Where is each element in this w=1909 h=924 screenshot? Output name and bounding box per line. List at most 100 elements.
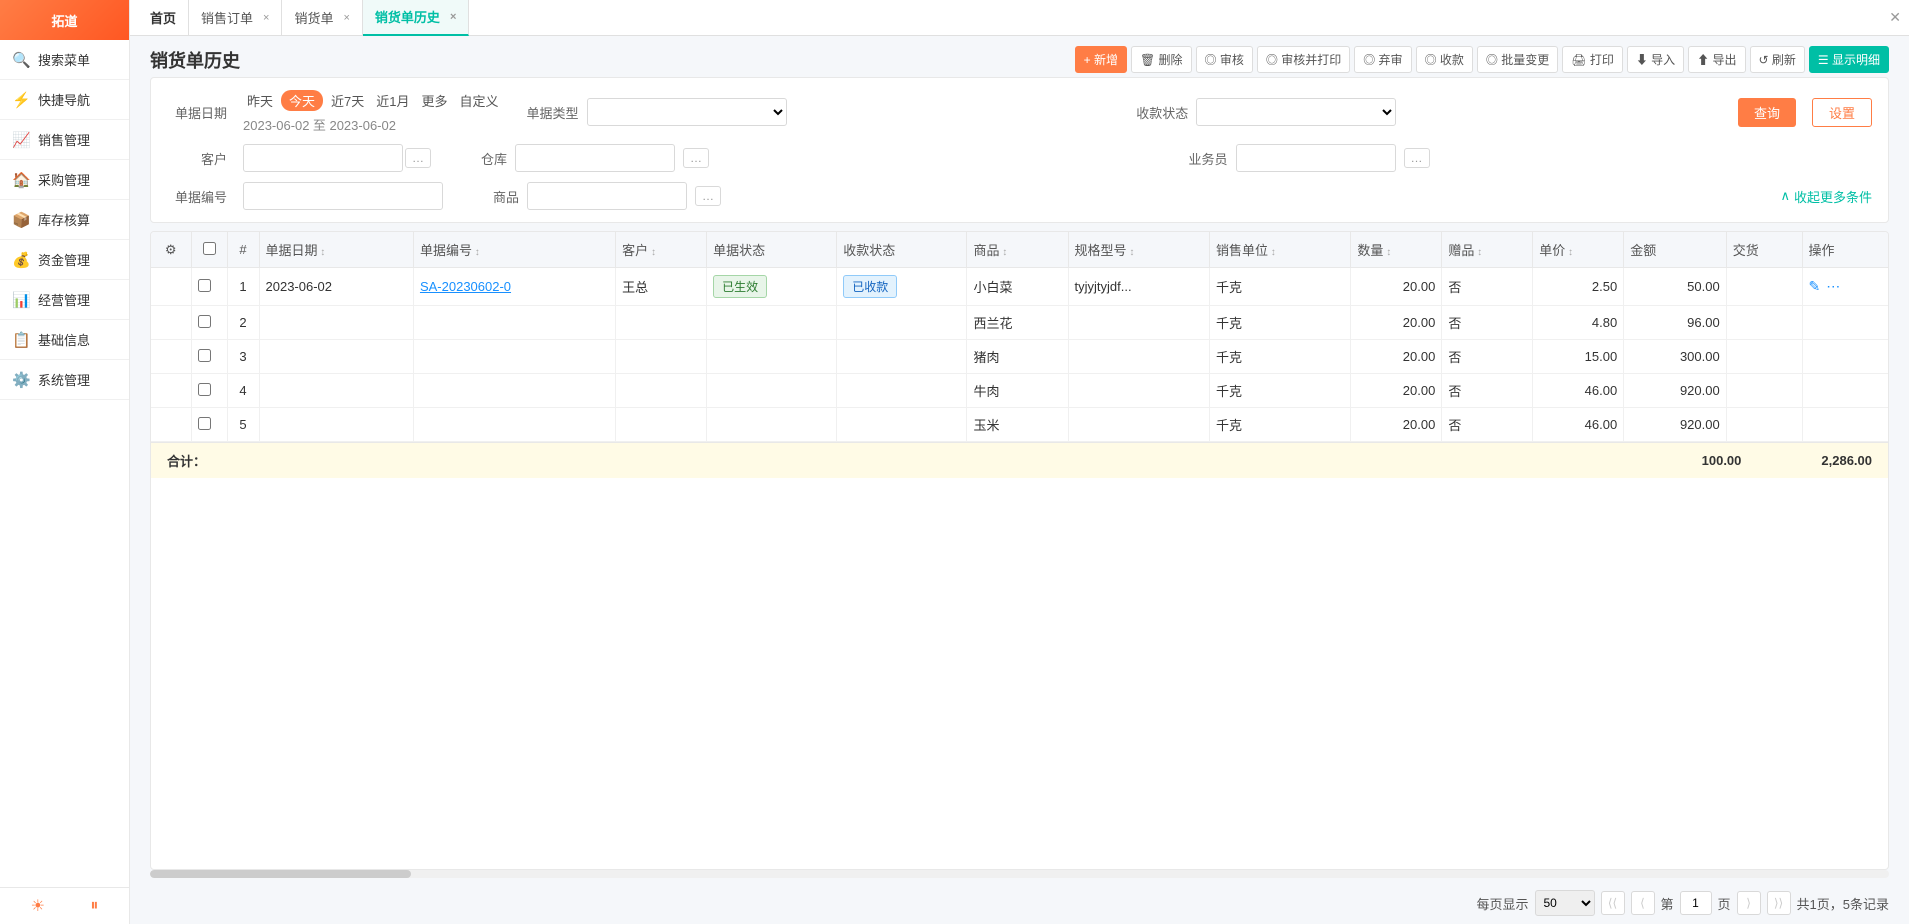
th-amount[interactable]: 金额 [1624,232,1727,268]
row-checkbox[interactable] [191,340,227,374]
new-button[interactable]: + 新增 [1075,46,1127,73]
last-page-btn[interactable]: ⟩⟩ [1767,891,1791,915]
salesman-input[interactable] [1236,144,1396,172]
row-orderno[interactable]: SA-20230602-0 [413,268,615,306]
th-paystatus[interactable]: 收款状态 [837,232,967,268]
page-content: 销货单历史 + 新增 🗑 删除 ◎ 审核 ◎ 审核并打印 ◎ 弃审 ◎ 收款 ◎… [130,36,1909,924]
th-qty[interactable]: 数量 [1351,232,1442,268]
discard-button[interactable]: ◎ 弃审 [1354,46,1411,73]
th-orderno[interactable]: 单据编号 [413,232,615,268]
th-settings[interactable]: ⚙ [151,232,191,268]
shortcut-more[interactable]: 更多 [418,90,452,111]
table-scrollbar[interactable] [150,870,1889,878]
th-checkbox[interactable] [191,232,227,268]
audit-button[interactable]: ◎ 审核 [1196,46,1253,73]
row-paystatus: 已收款 [837,268,967,306]
sidebar-item-finance[interactable]: 💰 资金管理 [0,240,129,280]
sidebar-pause-icon[interactable]: ⏸ [90,897,98,915]
refresh-button[interactable]: ↺ 刷新 [1750,46,1805,73]
sidebar-settings-icon[interactable]: ☀ [31,896,45,916]
import-button[interactable]: ⬇ 导入 [1627,46,1684,73]
audit-print-button[interactable]: ◎ 审核并打印 [1257,46,1350,73]
th-date[interactable]: 单据日期 [259,232,413,268]
sidebar-item-purchase[interactable]: 🏠 采购管理 [0,160,129,200]
customer-ellipsis-btn[interactable]: … [405,148,431,168]
row-orderno[interactable] [413,306,615,340]
customer-input[interactable] [243,144,403,172]
sidebar-item-basicinfo[interactable]: 📋 基础信息 [0,320,129,360]
shortcut-1month[interactable]: 近1月 [372,90,413,111]
row-select-checkbox[interactable] [198,279,211,292]
row-checkbox[interactable] [191,268,227,306]
tab-shipment[interactable]: 销货单 × [282,0,362,36]
row-select-checkbox[interactable] [198,349,211,362]
shortcut-7days[interactable]: 近7天 [327,90,368,111]
pagination: 每页显示 50 100 ⟨⟨ ⟨ 第 页 ⟩ ⟩⟩ 共1页，5条记录 [130,882,1909,924]
salesman-ellipsis-btn[interactable]: … [1404,148,1430,168]
query-button[interactable]: 查询 [1738,98,1796,127]
th-goods[interactable]: 商品 [967,232,1068,268]
next-page-btn[interactable]: ⟩ [1737,891,1761,915]
show-details-button[interactable]: ☰ 显示明细 [1809,46,1889,73]
row-orderno[interactable] [413,374,615,408]
tab-shipment-close[interactable]: × [343,12,349,24]
set-button[interactable]: 设置 [1812,98,1872,127]
goods-input[interactable] [527,182,687,210]
doc-type-select[interactable] [587,98,787,126]
sidebar-item-quicknav[interactable]: ⚡ 快捷导航 [0,80,129,120]
tab-home[interactable]: 首页 [138,0,189,36]
print-button[interactable]: 🖨 打印 [1562,46,1623,73]
row-checkbox[interactable] [191,408,227,442]
batch-change-button[interactable]: ◎ 批量变更 [1477,46,1558,73]
th-delivery[interactable]: 交货 [1726,232,1802,268]
goods-ellipsis-btn[interactable]: … [695,186,721,206]
shortcut-yesterday[interactable]: 昨天 [243,90,277,111]
sidebar-item-system[interactable]: ⚙️ 系统管理 [0,360,129,400]
row-checkbox[interactable] [191,374,227,408]
tab-history-close[interactable]: × [450,11,456,23]
tab-sales-order-close[interactable]: × [263,12,269,24]
th-spec[interactable]: 规格型号 [1068,232,1209,268]
more-icon[interactable]: ⋯ [1826,278,1840,295]
warehouse-ellipsis-btn[interactable]: … [683,148,709,168]
row-select-checkbox[interactable] [198,315,211,328]
th-price[interactable]: 单价 [1533,232,1624,268]
th-docstatus[interactable]: 单据状态 [707,232,837,268]
per-page-select[interactable]: 50 100 [1535,890,1595,916]
warehouse-input[interactable] [515,144,675,172]
select-all-checkbox[interactable] [203,242,216,255]
row-select-checkbox[interactable] [198,383,211,396]
first-page-btn[interactable]: ⟨⟨ [1601,891,1625,915]
row-actions [1802,374,1888,408]
sidebar-item-sales[interactable]: 📈 销售管理 [0,120,129,160]
tab-history[interactable]: 销货单历史 × [363,0,469,36]
row-orderno[interactable] [413,408,615,442]
page-input[interactable] [1680,891,1712,915]
sidebar-item-inventory[interactable]: 📦 库存核算 [0,200,129,240]
row-orderno[interactable] [413,340,615,374]
shortcut-custom[interactable]: 自定义 [456,90,503,111]
payment-status-select[interactable] [1196,98,1396,126]
collect-button[interactable]: ◎ 收款 [1416,46,1473,73]
sidebar-item-management[interactable]: 📊 经营管理 [0,280,129,320]
row-checkbox[interactable] [191,306,227,340]
th-unit[interactable]: 销售单位 [1209,232,1350,268]
th-gift[interactable]: 赠品 [1442,232,1533,268]
collapse-btn[interactable]: ∧ 收起更多条件 [1780,187,1872,206]
tab-sales-order[interactable]: 销售订单 × [189,0,282,36]
row-spec [1068,374,1209,408]
window-close-icon[interactable]: ✕ [1889,9,1901,26]
filter-row-1: 单据日期 昨天 今天 近7天 近1月 更多 自定义 2023-06-02 至 2… [167,90,1872,134]
tab-home-label: 首页 [150,8,176,27]
row-paystatus [837,340,967,374]
th-customer[interactable]: 客户 [616,232,707,268]
sidebar-item-search[interactable]: 🔍 搜索菜单 [0,40,129,80]
row-select-checkbox[interactable] [198,417,211,430]
collapse-icon: ∧ [1780,188,1790,204]
export-button[interactable]: ⬆ 导出 [1688,46,1745,73]
delete-button[interactable]: 🗑 删除 [1131,46,1192,73]
doc-number-input[interactable] [243,182,443,210]
edit-icon[interactable]: ✎ [1809,278,1821,295]
shortcut-today[interactable]: 今天 [281,90,323,111]
prev-page-btn[interactable]: ⟨ [1631,891,1655,915]
